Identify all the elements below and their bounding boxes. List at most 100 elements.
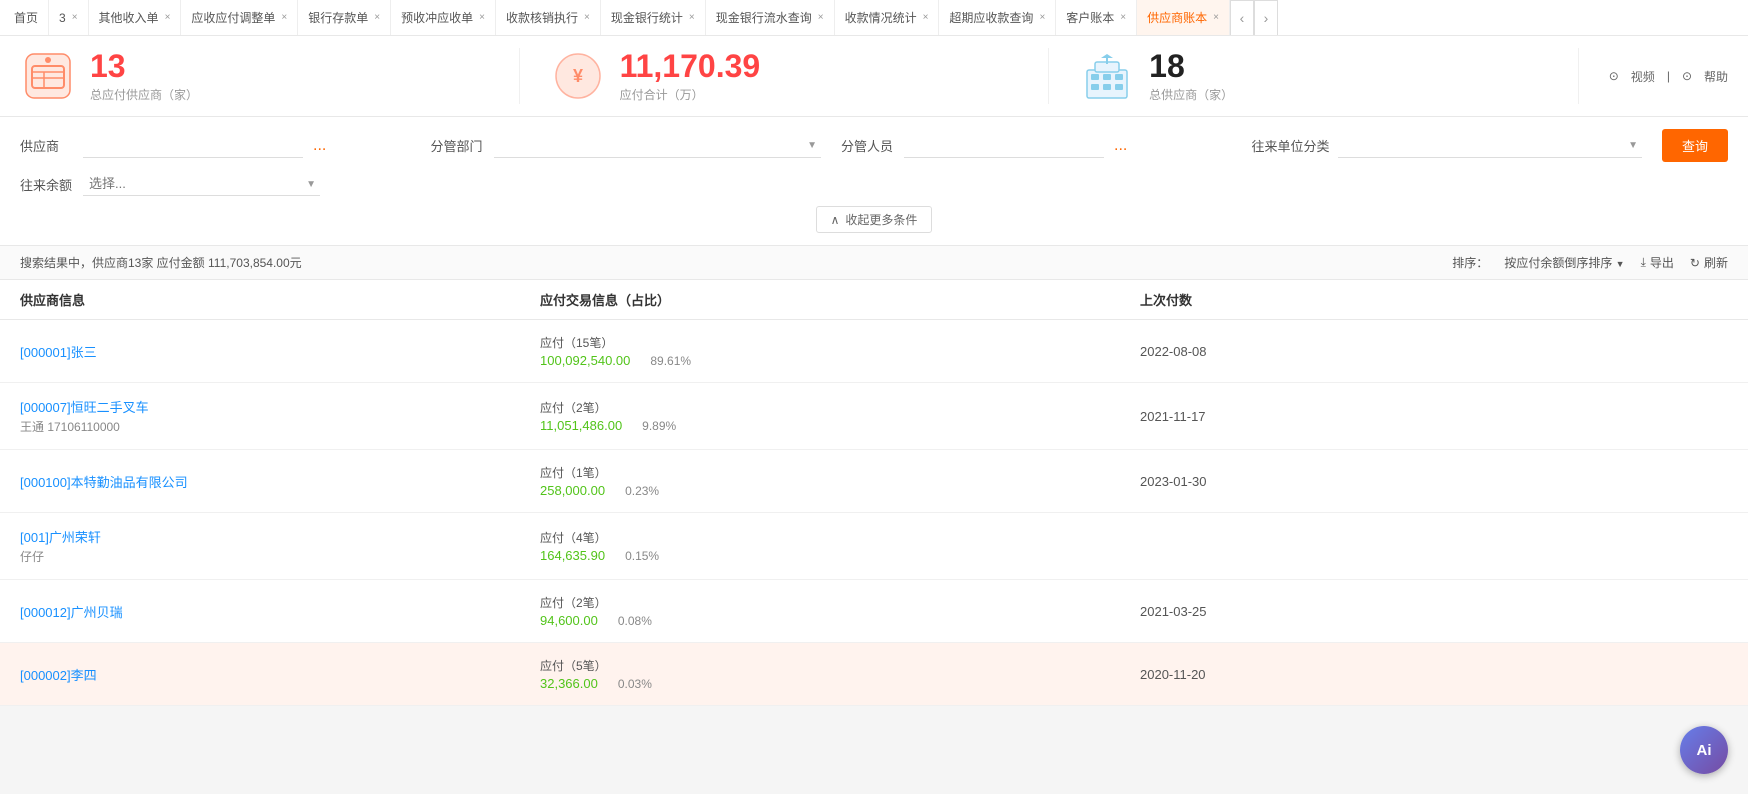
refresh-button[interactable]: ↻ 刷新: [1690, 254, 1728, 271]
nav-tab-cash-bank-stat-label: 现金银行统计: [611, 9, 683, 26]
close-icon[interactable]: ×: [1039, 12, 1045, 23]
nav-tab-overdue-ar-label: 超期应收款查询: [949, 9, 1033, 26]
nav-tab-3[interactable]: 3 ×: [49, 0, 89, 36]
supplier-name-5: 广州贝瑞: [71, 605, 123, 620]
payable-label-5: 应付（2笔）: [540, 594, 1140, 611]
nav-tab-home[interactable]: 首页: [4, 0, 49, 36]
help-link[interactable]: 帮助: [1704, 68, 1728, 85]
supplier-link-3[interactable]: [000100]本特勤油品有限公司: [20, 472, 540, 491]
table-header: 供应商信息 应付交易信息（占比） 上次付数: [0, 280, 1748, 320]
supplier-link-2[interactable]: [000007]恒旺二手叉车: [20, 397, 540, 416]
supplier-link-1[interactable]: [000001]张三: [20, 342, 540, 361]
supplier-code-2: [000007]: [20, 400, 71, 415]
nav-tab-prepay-ar[interactable]: 预收冲应收单 ×: [391, 0, 496, 36]
close-icon[interactable]: ×: [923, 12, 929, 23]
last-pay-cell-1: 2022-08-08: [1140, 344, 1728, 359]
supplier-code-3: [000100]: [20, 475, 71, 490]
manager-filter-input[interactable]: [904, 134, 1104, 158]
supplier-name-3: 本特勤油品有限公司: [71, 475, 188, 490]
nav-tab-receipt-verify[interactable]: 收款核销执行 ×: [496, 0, 601, 36]
nav-tab-cash-bank-flow-label: 现金银行流水查询: [716, 9, 812, 26]
close-icon[interactable]: ×: [584, 12, 590, 23]
payable-amount-3[interactable]: 258,000.00: [540, 483, 605, 498]
close-icon[interactable]: ×: [1213, 12, 1219, 23]
last-pay-cell-6: 2020-11-20: [1140, 667, 1728, 682]
ai-button[interactable]: Ai: [1680, 726, 1728, 774]
nav-tab-3-label: 3: [59, 11, 66, 25]
nav-tab-ar-ap-adjust[interactable]: 应收应付调整单 ×: [181, 0, 298, 36]
collapse-button[interactable]: ∧ 收起更多条件: [816, 206, 933, 233]
collapse-label: 收起更多条件: [845, 211, 917, 228]
filter-area: 供应商 ... 分管部门 ▼ 分管人员 ... 往来单位分类 ▼ 查询: [0, 117, 1748, 246]
nav-tab-customer-ledger[interactable]: 客户账本 ×: [1056, 0, 1137, 36]
export-button[interactable]: ⤓ 导出: [1641, 254, 1674, 271]
payable-amount-4[interactable]: 164,635.90: [540, 548, 605, 563]
last-pay-cell-5: 2021-03-25: [1140, 604, 1728, 619]
category-filter-input[interactable]: [1338, 134, 1642, 158]
nav-arrow-right[interactable]: ›: [1254, 0, 1278, 36]
balance-filter-input[interactable]: [83, 172, 320, 196]
supplier-link-4[interactable]: [001]广州荣轩: [20, 527, 540, 546]
department-filter-input[interactable]: [494, 134, 822, 158]
supplier-cell-6: [000002]李四: [20, 665, 540, 684]
close-icon[interactable]: ×: [281, 12, 287, 23]
close-icon[interactable]: ×: [72, 12, 78, 23]
top-nav: 首页 3 × 其他收入单 × 应收应付调整单 × 银行存款单 × 预收冲应收单 …: [0, 0, 1748, 36]
supplier-link-6[interactable]: [000002]李四: [20, 665, 540, 684]
filter-row-1: 供应商 ... 分管部门 ▼ 分管人员 ... 往来单位分类 ▼ 查询: [20, 129, 1728, 162]
result-text: 搜索结果中，供应商13家 应付金额 111,703,854.00元: [20, 254, 302, 271]
payable-label-2: 应付（2笔）: [540, 399, 1140, 416]
payable-label-3: 应付（1笔）: [540, 464, 1140, 481]
supplier-code-6: [000002]: [20, 668, 71, 683]
supplier-name-6: 李四: [71, 668, 97, 683]
payable-pct-5: 0.08%: [618, 614, 652, 628]
nav-tab-bank-deposit[interactable]: 银行存款单 ×: [298, 0, 391, 36]
close-icon[interactable]: ×: [165, 12, 171, 23]
total-suppliers-icon: [1079, 48, 1135, 104]
sort-value[interactable]: 按应付余额倒序排序 ▼: [1504, 254, 1624, 271]
payable-cell-5: 应付（2笔） 94,600.00 0.08%: [540, 594, 1140, 628]
payable-amount-1[interactable]: 100,092,540.00: [540, 353, 630, 368]
video-link[interactable]: 视频: [1631, 68, 1655, 85]
filter-row-2: 往来余额 ▼: [20, 172, 1728, 196]
payable-suppliers-number: 13: [90, 49, 489, 84]
supplier-cell-4: [001]广州荣轩 仔仔: [20, 527, 540, 565]
last-pay-date-6: 2020-11-20: [1140, 667, 1206, 682]
payable-amount-5[interactable]: 94,600.00: [540, 613, 598, 628]
payable-cell-2: 应付（2笔） 11,051,486.00 9.89%: [540, 399, 1140, 433]
nav-tab-other-income[interactable]: 其他收入单 ×: [89, 0, 182, 36]
supplier-sub-4: 仔仔: [20, 548, 540, 565]
supplier-filter-input[interactable]: [83, 134, 303, 158]
search-button[interactable]: 查询: [1662, 129, 1728, 162]
nav-tab-overdue-ar[interactable]: 超期应收款查询 ×: [939, 0, 1056, 36]
data-table: 供应商信息 应付交易信息（占比） 上次付数 [000001]张三 应付（15笔）…: [0, 280, 1748, 706]
payable-amount-2[interactable]: 11,051,486.00: [540, 418, 622, 433]
nav-tab-supplier-ledger[interactable]: 供应商账本 ×: [1137, 0, 1230, 36]
close-icon[interactable]: ×: [374, 12, 380, 23]
filter-supplier: 供应商 ...: [20, 134, 411, 158]
category-filter-label: 往来单位分类: [1252, 136, 1330, 155]
table-row: [000001]张三 应付（15笔） 100,092,540.00 89.61%…: [0, 320, 1748, 383]
supplier-code-4: [001]: [20, 530, 49, 545]
close-icon[interactable]: ×: [1120, 12, 1126, 23]
help-icon: ⊙: [1682, 69, 1692, 83]
nav-tab-cash-bank-stat[interactable]: 现金银行统计 ×: [601, 0, 706, 36]
nav-tab-receipt-verify-label: 收款核销执行: [506, 9, 578, 26]
close-icon[interactable]: ×: [689, 12, 695, 23]
nav-tab-receipt-stat[interactable]: 收款情况统计 ×: [835, 0, 940, 36]
nav-tab-cash-bank-flow[interactable]: 现金银行流水查询 ×: [706, 0, 835, 36]
supplier-filter-dots[interactable]: ...: [313, 137, 326, 155]
table-row: [000007]恒旺二手叉车 王通 17106110000 应付（2笔） 11,…: [0, 383, 1748, 450]
stat-payable-suppliers-content: 13 总应付供应商（家）: [90, 49, 489, 103]
payable-label-4: 应付（4笔）: [540, 529, 1140, 546]
nav-arrow-left[interactable]: ‹: [1230, 0, 1254, 36]
last-pay-date-1: 2022-08-08: [1140, 344, 1207, 359]
manager-filter-dots[interactable]: ...: [1114, 137, 1127, 155]
payable-cell-6: 应付（5笔） 32,366.00 0.03%: [540, 657, 1140, 691]
close-icon[interactable]: ×: [479, 12, 485, 23]
payable-supplier-icon: [20, 48, 76, 104]
last-pay-date-2: 2021-11-17: [1140, 409, 1206, 424]
payable-amount-6[interactable]: 32,366.00: [540, 676, 598, 691]
supplier-link-5[interactable]: [000012]广州贝瑞: [20, 602, 540, 621]
close-icon[interactable]: ×: [818, 12, 824, 23]
